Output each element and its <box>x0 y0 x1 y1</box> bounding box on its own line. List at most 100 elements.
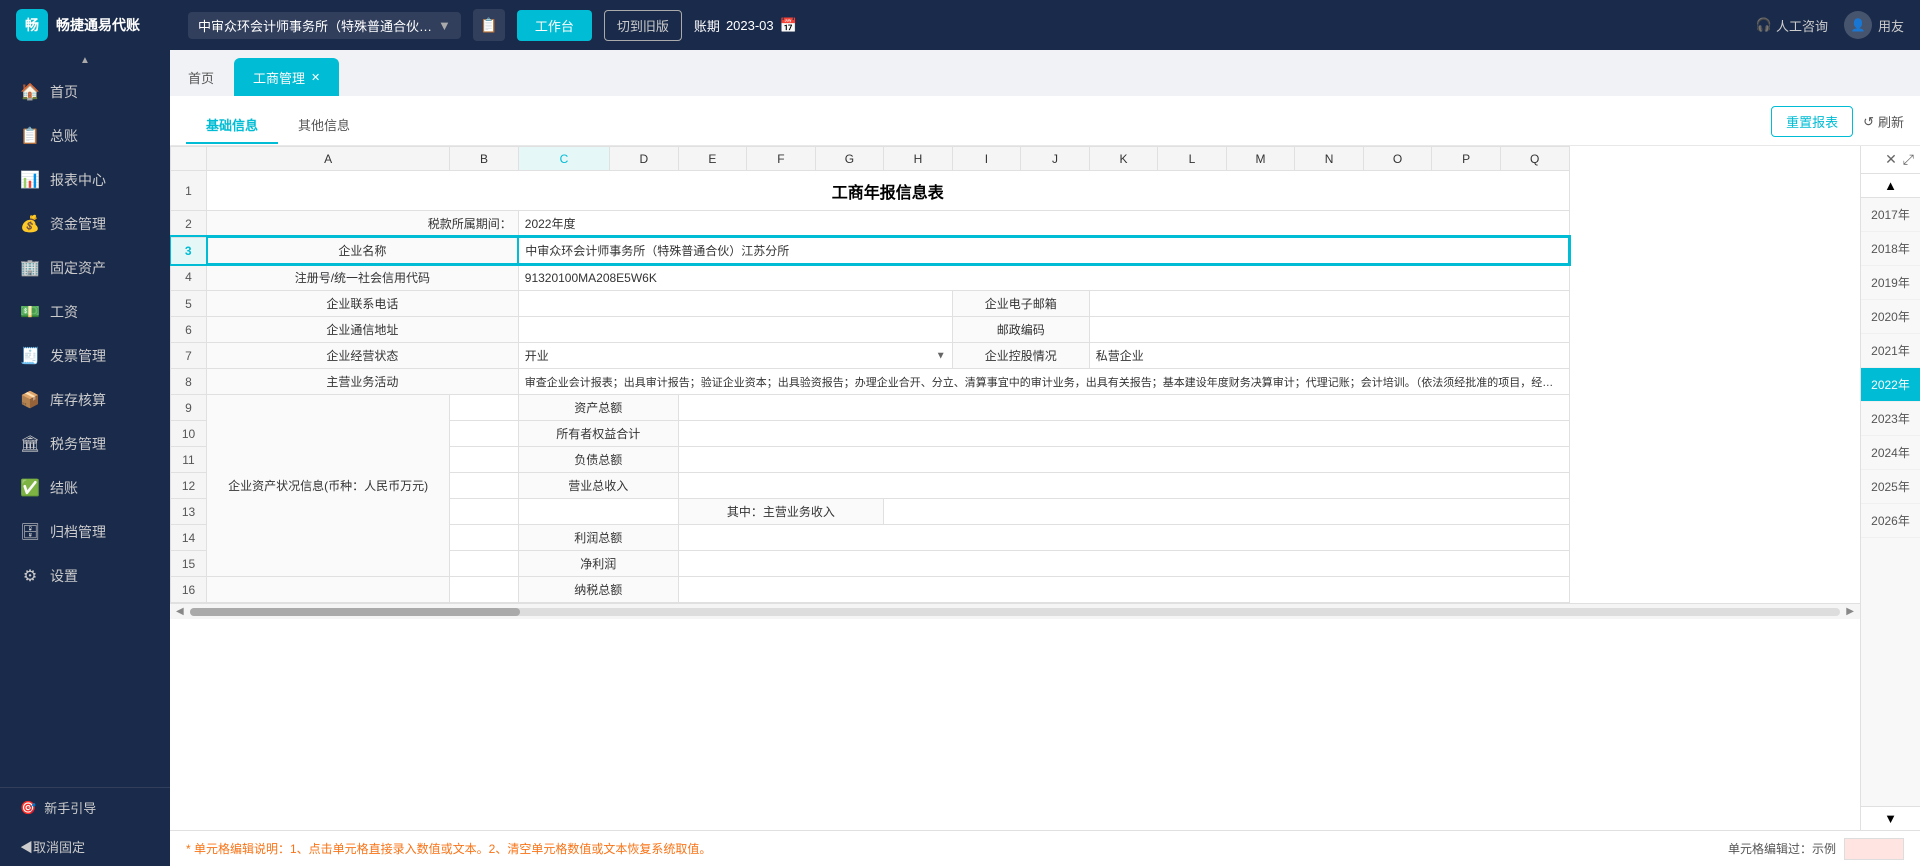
asset-icon: 🏢 <box>20 258 40 278</box>
spreadsheet-main[interactable]: A B C D E F G H I J K L M <box>170 146 1860 830</box>
tax-icon: 🏛 <box>20 434 40 454</box>
sidebar-item-tax[interactable]: 🏛 税务管理 <box>0 422 170 466</box>
calendar-icon[interactable]: 📅 <box>780 17 797 34</box>
company-name-cell[interactable]: 中审众环会计师事务所（特殊普通合伙）江苏分所 <box>518 237 1569 264</box>
sidebar-item-settle[interactable]: ✅ 结账 <box>0 466 170 510</box>
col-header-H[interactable]: H <box>884 147 953 171</box>
sidebar-item-salary[interactable]: 💵 工资 <box>0 290 170 334</box>
year-item-2025[interactable]: 2025年 <box>1861 470 1920 504</box>
col-header-F[interactable]: F <box>747 147 816 171</box>
table-cell[interactable] <box>678 525 1569 551</box>
panel-close-icon[interactable]: ✕ <box>1885 151 1897 168</box>
sidebar-item-label: 首页 <box>50 82 78 102</box>
table-cell[interactable] <box>678 473 1569 499</box>
year-item-2021[interactable]: 2021年 <box>1861 334 1920 368</box>
sidebar-item-archive[interactable]: 🗄 归档管理 <box>0 510 170 554</box>
col-header-G[interactable]: G <box>815 147 884 171</box>
sidebar-item-settings[interactable]: ⚙ 设置 <box>0 554 170 598</box>
year-scroll-down[interactable]: ▼ <box>1861 806 1920 830</box>
year-item-2018[interactable]: 2018年 <box>1861 232 1920 266</box>
table-cell[interactable]: 审查企业会计报表；出具审计报告；验证企业资本；出具验资报告；办理企业合开、分立、… <box>518 369 1569 395</box>
col-header-A[interactable]: A <box>207 147 450 171</box>
inner-tab-basic[interactable]: 基础信息 <box>186 107 278 144</box>
table-cell[interactable] <box>678 395 1569 421</box>
col-header-P[interactable]: P <box>1432 147 1501 171</box>
tab-business[interactable]: 工商管理 ✕ <box>234 58 339 96</box>
tab-close-icon[interactable]: ✕ <box>311 71 320 84</box>
refresh-button[interactable]: ↺ 刷新 <box>1863 112 1904 131</box>
tab-home[interactable]: 首页 <box>170 58 232 96</box>
col-header-I[interactable]: I <box>952 147 1021 171</box>
year-item-2024[interactable]: 2024年 <box>1861 436 1920 470</box>
col-header-C[interactable]: C <box>518 147 609 171</box>
col-header-K[interactable]: K <box>1089 147 1158 171</box>
scroll-right-icon[interactable]: ▶ <box>1840 606 1860 617</box>
year-scroll-up[interactable]: ▲ <box>1861 174 1920 198</box>
table-cell[interactable] <box>1089 317 1569 343</box>
table-cell[interactable] <box>518 291 952 317</box>
table-cell[interactable] <box>678 577 1569 603</box>
row-num: 8 <box>171 369 207 395</box>
col-header-M[interactable]: M <box>1226 147 1295 171</box>
table-cell[interactable] <box>678 447 1569 473</box>
year-item-2023[interactable]: 2023年 <box>1861 402 1920 436</box>
col-header-D[interactable]: D <box>610 147 679 171</box>
panel-expand-icon[interactable]: ⤢ <box>1903 151 1914 168</box>
table-cell[interactable] <box>884 499 1569 525</box>
bottom-right: 单元格编辑过：示例 <box>1728 838 1904 860</box>
new-guide-button[interactable]: 🎯 新手引导 <box>0 788 170 827</box>
copy-button[interactable]: 📋 <box>473 9 505 41</box>
unpin-label: ◀取消固定 <box>20 837 85 856</box>
table-cell[interactable] <box>518 317 952 343</box>
table-title: 工商年报信息表 <box>207 171 1570 211</box>
year-item-2017[interactable]: 2017年 <box>1861 198 1920 232</box>
table-cell[interactable]: 2022年度 <box>518 211 1569 238</box>
scroll-left-icon[interactable]: ◀ <box>170 606 190 617</box>
sidebar-item-asset[interactable]: 🏢 固定资产 <box>0 246 170 290</box>
sidebar-item-home[interactable]: 🏠 首页 <box>0 70 170 114</box>
row-num: 1 <box>171 171 207 211</box>
ledger-icon: 📋 <box>20 126 40 146</box>
year-item-2020[interactable]: 2020年 <box>1861 300 1920 334</box>
workbench-button[interactable]: 工作台 <box>517 10 592 41</box>
old-version-button[interactable]: 切到旧版 <box>604 10 682 41</box>
table-cell[interactable] <box>1089 291 1569 317</box>
year-item-2022[interactable]: 2022年 <box>1861 368 1920 402</box>
year-item-2019[interactable]: 2019年 <box>1861 266 1920 300</box>
col-header-Q[interactable]: Q <box>1500 147 1569 171</box>
year-item-2026[interactable]: 2026年 <box>1861 504 1920 538</box>
table-cell: 所有者权益合计 <box>518 421 678 447</box>
table-cell[interactable] <box>678 421 1569 447</box>
reset-button[interactable]: 重置报表 <box>1771 106 1853 137</box>
sidebar-item-fund[interactable]: 💰 资金管理 <box>0 202 170 246</box>
guide-icon: 🎯 <box>20 800 36 816</box>
table-cell[interactable]: 私营企业 <box>1089 343 1569 369</box>
sidebar-item-label: 固定资产 <box>50 258 106 278</box>
col-header-N[interactable]: N <box>1295 147 1364 171</box>
row-num: 15 <box>171 551 207 577</box>
sidebar-item-ledger[interactable]: 📋 总账 <box>0 114 170 158</box>
inner-tab-other[interactable]: 其他信息 <box>278 107 370 144</box>
table-cell[interactable] <box>678 551 1569 577</box>
company-selector[interactable]: 中审众环会计师事务所（特殊普通合伙… ▼ <box>188 12 461 39</box>
sidebar-item-report[interactable]: 📊 报表中心 <box>0 158 170 202</box>
sidebar-item-invoice[interactable]: 🧾 发票管理 <box>0 334 170 378</box>
table-cell[interactable]: 91320100MA208E5W6K <box>518 264 1569 291</box>
business-status-cell[interactable]: 开业 ▼ <box>518 343 952 369</box>
horizontal-scrollbar[interactable]: ◀ ▶ <box>170 603 1860 619</box>
table-cell: 企业经营状态 <box>207 343 519 369</box>
scroll-thumb[interactable] <box>190 608 520 616</box>
table-cell: 净利润 <box>518 551 678 577</box>
sidebar-item-label: 税务管理 <box>50 434 106 454</box>
service-button[interactable]: 🎧 人工咨询 <box>1756 16 1828 35</box>
col-header-B[interactable]: B <box>450 147 519 171</box>
col-header-E[interactable]: E <box>678 147 747 171</box>
sidebar-item-inventory[interactable]: 📦 库存核算 <box>0 378 170 422</box>
col-header-L[interactable]: L <box>1158 147 1227 171</box>
scroll-track[interactable] <box>190 608 1841 616</box>
sidebar-scroll-up[interactable]: ▲ <box>0 50 170 70</box>
user-area[interactable]: 👤 用友 <box>1844 11 1904 39</box>
unpin-button[interactable]: ◀取消固定 <box>0 827 170 866</box>
col-header-J[interactable]: J <box>1021 147 1090 171</box>
col-header-O[interactable]: O <box>1363 147 1432 171</box>
